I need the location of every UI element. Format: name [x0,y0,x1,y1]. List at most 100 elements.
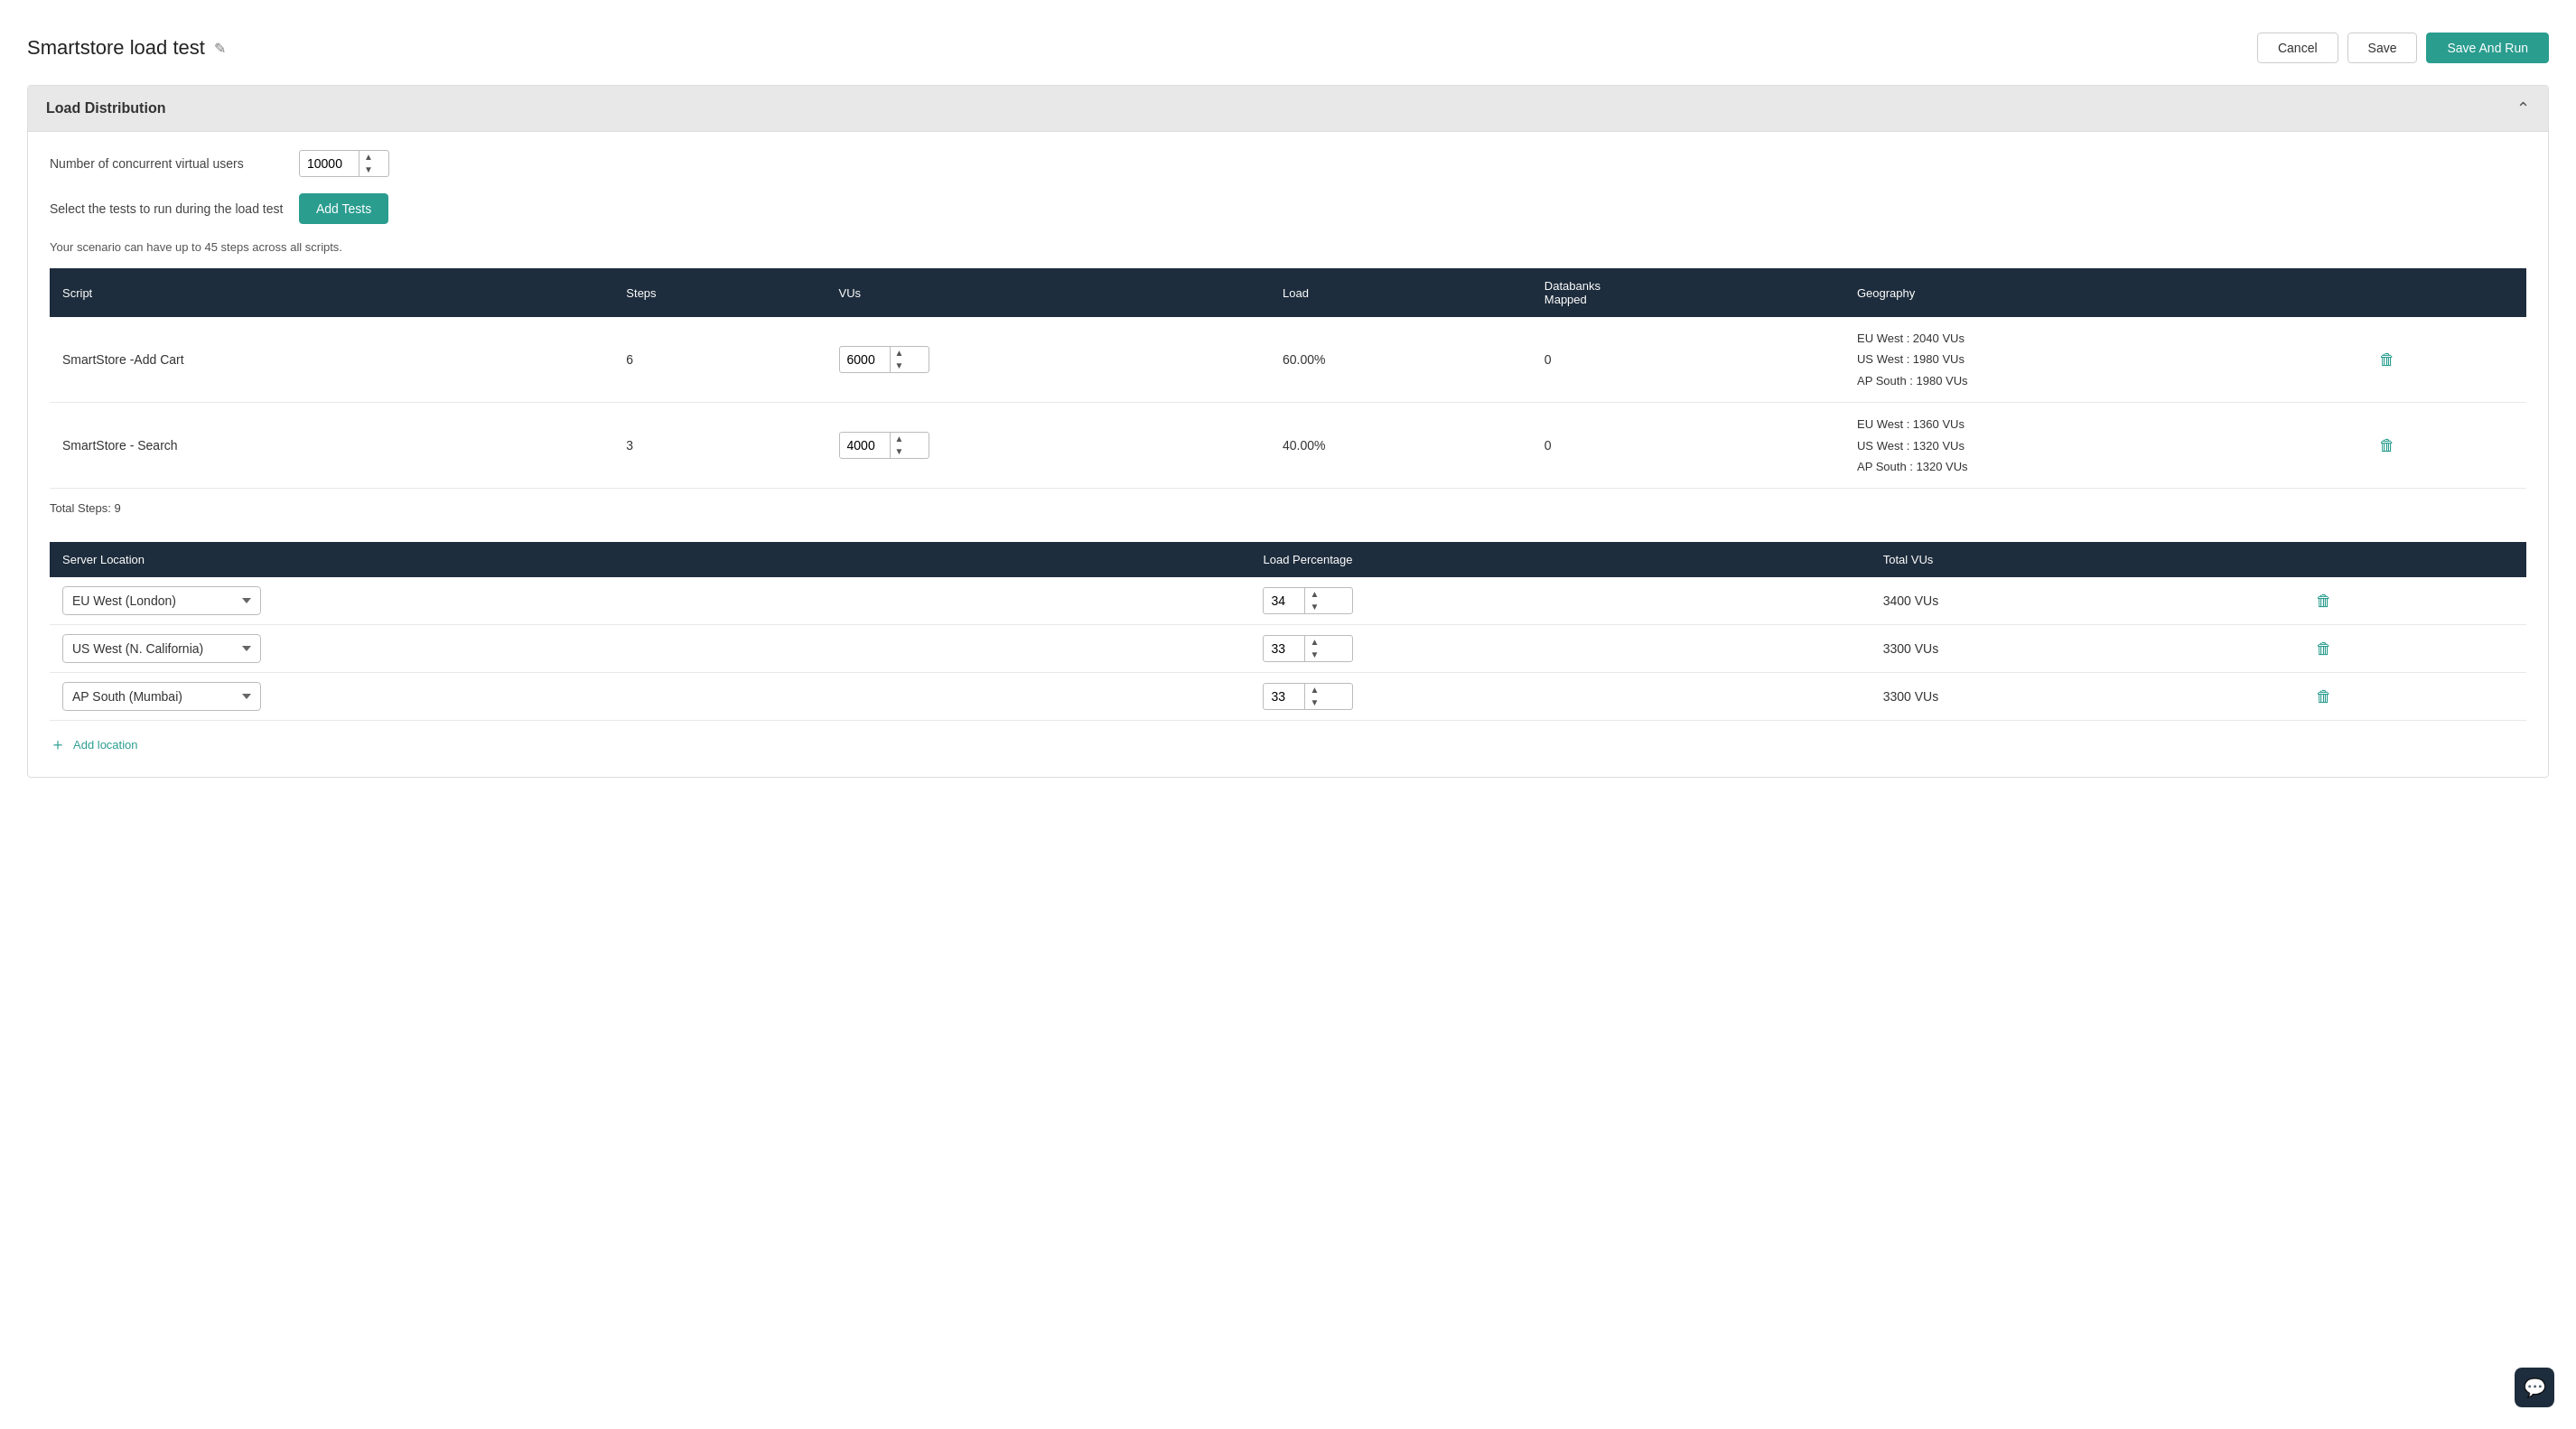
load-percentage-cell: ▲ ▼ [1250,577,1870,625]
location-delete[interactable]: 🗑 [2303,673,2526,721]
select-tests-label: Select the tests to run during the load … [50,201,285,216]
script-name: SmartStore - Search [50,403,613,489]
page-title-area: Smartstore load test ✎ [27,36,226,60]
location-delete[interactable]: 🗑 [2303,577,2526,625]
vus-down[interactable]: ▼ [891,445,909,458]
script-delete[interactable]: 🗑 [2366,403,2526,489]
delete-icon[interactable]: 🗑 [2316,640,2332,658]
add-tests-button[interactable]: Add Tests [299,193,388,224]
script-databanks: 0 [1532,317,1844,403]
location-cell: AP South (Mumbai) [50,673,1250,721]
total-vus-cell: 3300 VUs [1871,673,2304,721]
concurrent-users-input[interactable]: ▲ ▼ [299,150,389,177]
load-pct-input[interactable] [1264,685,1304,708]
vus-spinner[interactable]: ▲ ▼ [839,346,929,373]
delete-icon[interactable]: 🗑 [2316,592,2332,610]
location-table: Server Location Load Percentage Total VU… [50,542,2526,721]
vus-up[interactable]: ▲ [891,433,909,445]
concurrent-users-label: Number of concurrent virtual users [50,156,285,171]
table-row: EU West (London) ▲ ▼ 3400 VUs🗑 [50,577,2526,625]
vus-spinner-btns: ▲ ▼ [890,433,909,458]
vus-up[interactable]: ▲ [891,347,909,360]
load-pct-spinner[interactable]: ▲ ▼ [1263,683,1353,710]
load-pct-input[interactable] [1264,637,1304,660]
load-distribution-header: Load Distribution ⌃ [28,86,2548,132]
script-vus: ▲ ▼ [826,317,1270,403]
load-distribution-section: Load Distribution ⌃ Number of concurrent… [27,85,2549,778]
cancel-button[interactable]: Cancel [2257,33,2338,63]
location-table-body: EU West (London) ▲ ▼ 3400 VUs🗑 US West (… [50,577,2526,721]
location-delete[interactable]: 🗑 [2303,625,2526,673]
scenario-info-text: Your scenario can have up to 45 steps ac… [50,240,2526,254]
location-table-head: Server Location Load Percentage Total VU… [50,542,2526,577]
script-vus: ▲ ▼ [826,403,1270,489]
col-actions [2366,268,2526,317]
col-loc-actions [2303,542,2526,577]
location-select[interactable]: US West (N. California) [62,634,261,663]
vus-spinner[interactable]: ▲ ▼ [839,432,929,459]
load-percentage-cell: ▲ ▼ [1250,673,1870,721]
total-steps: Total Steps: 9 [50,501,2526,515]
col-geography: Geography [1844,268,2366,317]
load-pct-up[interactable]: ▲ [1305,588,1323,601]
col-steps: Steps [613,268,826,317]
script-delete[interactable]: 🗑 [2366,317,2526,403]
concurrent-users-spinners: ▲ ▼ [359,151,378,176]
vus-input[interactable] [840,434,890,457]
location-header-row: Server Location Load Percentage Total VU… [50,542,2526,577]
page-title: Smartstore load test [27,36,205,60]
load-pct-spinner[interactable]: ▲ ▼ [1263,635,1353,662]
scripts-table-head: Script Steps VUs Load DatabanksMapped Ge… [50,268,2526,317]
load-pct-spinner[interactable]: ▲ ▼ [1263,587,1353,614]
col-load: Load [1270,268,1532,317]
table-row: SmartStore -Add Cart6 ▲ ▼ 60.00%0EU West… [50,317,2526,403]
table-row: US West (N. California) ▲ ▼ 3300 VUs 🗑 [50,625,2526,673]
add-location-icon: ＋ [50,733,66,755]
load-pct-up[interactable]: ▲ [1305,636,1323,649]
load-distribution-body: Number of concurrent virtual users ▲ ▼ S… [28,132,2548,777]
location-select[interactable]: EU West (London) [62,586,261,615]
save-and-run-button[interactable]: Save And Run [2426,33,2549,63]
edit-icon[interactable]: ✎ [214,40,226,57]
load-pct-btns: ▲ ▼ [1304,588,1323,613]
load-pct-btns: ▲ ▼ [1304,684,1323,709]
concurrent-users-down[interactable]: ▼ [359,163,378,176]
chat-bubble[interactable]: 💬 [2515,1368,2554,1407]
col-vus: VUs [826,268,1270,317]
script-load: 60.00% [1270,317,1532,403]
load-pct-down[interactable]: ▼ [1305,696,1323,709]
load-pct-btns: ▲ ▼ [1304,636,1323,661]
delete-icon[interactable]: 🗑 [2379,350,2395,369]
load-distribution-title: Load Distribution [46,100,165,117]
col-total-vus: Total VUs [1871,542,2304,577]
delete-icon[interactable]: 🗑 [2316,687,2332,705]
save-button[interactable]: Save [2347,33,2418,63]
delete-icon[interactable]: 🗑 [2379,436,2395,454]
header-actions: Cancel Save Save And Run [2257,33,2549,63]
load-pct-input[interactable] [1264,589,1304,612]
concurrent-users-field[interactable] [300,152,359,175]
script-steps: 6 [613,317,826,403]
script-geography: EU West : 2040 VUsUS West : 1980 VUsAP S… [1844,317,2366,403]
script-steps: 3 [613,403,826,489]
total-vus-cell: 3300 VUs [1871,625,2304,673]
vus-input[interactable] [840,348,890,371]
load-pct-down[interactable]: ▼ [1305,649,1323,661]
col-databanks: DatabanksMapped [1532,268,1844,317]
vus-down[interactable]: ▼ [891,360,909,372]
script-geography: EU West : 1360 VUsUS West : 1320 VUsAP S… [1844,403,2366,489]
concurrent-users-up[interactable]: ▲ [359,151,378,163]
load-pct-up[interactable]: ▲ [1305,684,1323,696]
scripts-table: Script Steps VUs Load DatabanksMapped Ge… [50,268,2526,489]
collapse-icon[interactable]: ⌃ [2516,98,2530,118]
add-location-label: Add location [73,738,138,752]
page-header: Smartstore load test ✎ Cancel Save Save … [27,18,2549,85]
script-databanks: 0 [1532,403,1844,489]
location-select[interactable]: AP South (Mumbai) [62,682,261,711]
script-load: 40.00% [1270,403,1532,489]
scripts-table-header-row: Script Steps VUs Load DatabanksMapped Ge… [50,268,2526,317]
scripts-table-body: SmartStore -Add Cart6 ▲ ▼ 60.00%0EU West… [50,317,2526,489]
load-pct-down[interactable]: ▼ [1305,601,1323,613]
add-location-row[interactable]: ＋ Add location [50,733,2526,755]
select-tests-row: Select the tests to run during the load … [50,193,2526,224]
